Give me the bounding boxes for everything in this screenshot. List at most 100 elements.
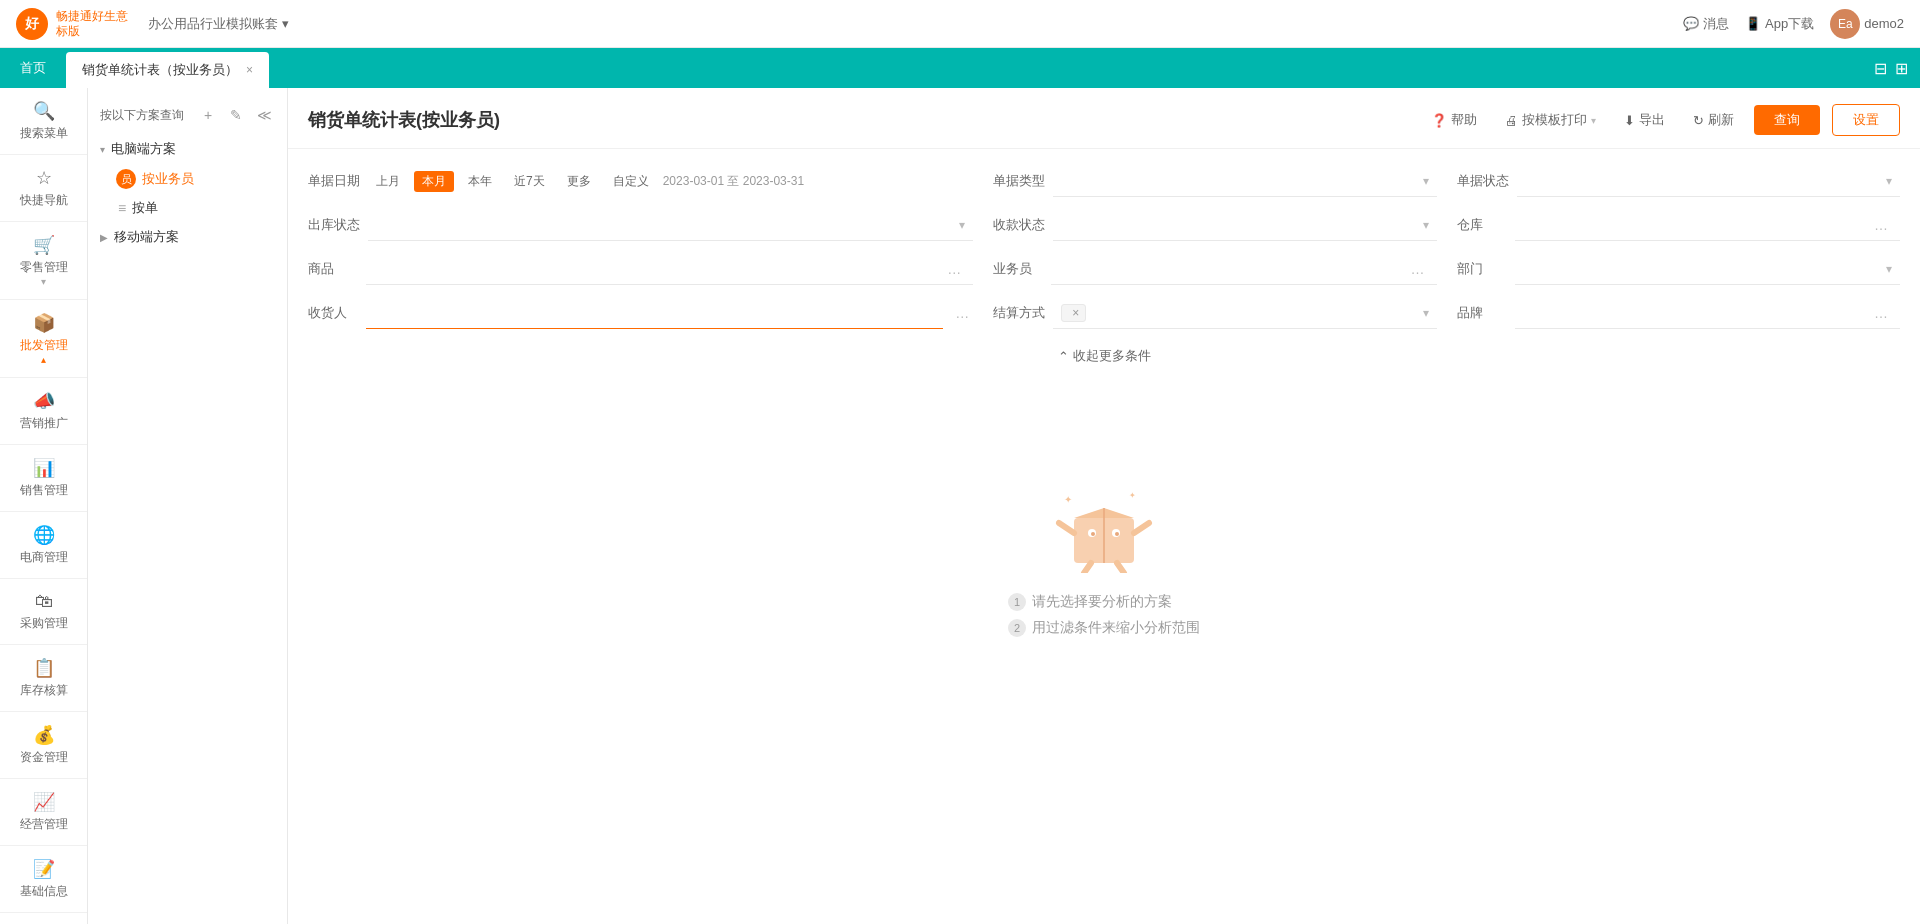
tree-scheme-salesman[interactable]: 员 按业务员 bbox=[88, 164, 287, 194]
salesman-label: 业务员 bbox=[993, 260, 1043, 278]
step1-badge: 1 bbox=[1008, 593, 1026, 611]
nav-left: 好 畅捷通好生意 标版 办公用品行业模拟账套 ▾ bbox=[16, 8, 297, 40]
print-btn[interactable]: 🖨 按模板打印 ▾ bbox=[1497, 107, 1604, 133]
logo[interactable]: 好 畅捷通好生意 标版 bbox=[16, 8, 128, 40]
tab-home[interactable]: 首页 bbox=[0, 48, 66, 88]
filter-row-2: 出库状态 ▾ 收款状态 ▾ 仓库 bbox=[308, 209, 1900, 241]
page-actions: ❓ 帮助 🖨 按模板打印 ▾ ⬇ 导出 ↻ 刷新 bbox=[1423, 104, 1900, 136]
sidebar-item-inventory[interactable]: 📋 库存核算 bbox=[0, 645, 87, 712]
app-selector[interactable]: 办公用品行业模拟账套 ▾ bbox=[140, 11, 297, 37]
salesman-input[interactable]: … bbox=[1051, 253, 1436, 285]
goods-ellipsis-icon: … bbox=[943, 261, 965, 277]
salesman-ellipsis-icon: … bbox=[1407, 261, 1429, 277]
print-arrow-icon: ▾ bbox=[1591, 115, 1596, 126]
svg-line-8 bbox=[1134, 523, 1149, 533]
filter-bill-status: 单据状态 ▾ bbox=[1457, 165, 1900, 197]
wholesale-icon: 📦 bbox=[33, 312, 55, 334]
settlement-input[interactable]: × ▾ bbox=[1053, 297, 1436, 329]
collapse-arrow-icon: ⌃ bbox=[1058, 349, 1069, 364]
goods-label: 商品 bbox=[308, 260, 358, 278]
empty-text: 1 请先选择要分析的方案 2 用过滤条件来缩小分析范围 bbox=[1008, 593, 1200, 645]
top-nav: 好 畅捷通好生意 标版 办公用品行业模拟账套 ▾ 💬 消息 📱 App下载 Ea… bbox=[0, 0, 1920, 48]
tree-scheme-bill[interactable]: ≡ 按单 bbox=[88, 194, 287, 222]
user-menu[interactable]: Ea demo2 bbox=[1830, 9, 1904, 39]
date-custom-btn[interactable]: 自定义 bbox=[605, 171, 657, 192]
warehouse-ellipsis-icon: … bbox=[1870, 217, 1892, 233]
content-area: 按以下方案查询 + ✎ ≪ ▾ 电脑端方案 员 按业务员 ≡ 按单 bbox=[88, 88, 1920, 924]
filter-date: 单据日期 上月 本月 本年 近7天 更多 自定义 2023-03-01 至 20… bbox=[308, 171, 973, 192]
message-btn[interactable]: 💬 消息 bbox=[1683, 15, 1729, 33]
bill-status-select[interactable]: ▾ bbox=[1517, 165, 1900, 197]
sidebar-item-ecommerce[interactable]: 🌐 电商管理 bbox=[0, 512, 87, 579]
settings-btn[interactable]: 设置 bbox=[1832, 104, 1900, 136]
purchase-icon: 🛍 bbox=[35, 591, 53, 612]
add-scheme-btn[interactable]: + bbox=[197, 104, 219, 126]
edit-scheme-btn[interactable]: ✎ bbox=[225, 104, 247, 126]
svg-line-10 bbox=[1117, 563, 1124, 573]
date-this-year-btn[interactable]: 本年 bbox=[460, 171, 500, 192]
sidebar-item-retail[interactable]: 🛒 零售管理 ▾ bbox=[0, 222, 87, 300]
brand-input[interactable]: … bbox=[1515, 297, 1900, 329]
date-last-month-btn[interactable]: 上月 bbox=[368, 171, 408, 192]
refresh-icon: ↻ bbox=[1693, 113, 1704, 128]
filter-dept: 部门 ▾ bbox=[1457, 253, 1900, 285]
settlement-tag-close-btn[interactable]: × bbox=[1072, 306, 1079, 320]
sidebar-item-shortcut[interactable]: ☆ 快捷导航 bbox=[0, 155, 87, 222]
tab-close-btn[interactable]: × bbox=[246, 63, 253, 77]
collapse-conditions-btn[interactable]: ⌃ 收起更多条件 bbox=[308, 341, 1900, 377]
date-this-month-btn[interactable]: 本月 bbox=[414, 171, 454, 192]
help-icon: ❓ bbox=[1431, 113, 1447, 128]
tree-mobile-folder[interactable]: ▶ 移动端方案 bbox=[88, 222, 287, 252]
sidebar-item-purchase[interactable]: 🛍 采购管理 bbox=[0, 579, 87, 645]
shortcut-icon: ☆ bbox=[36, 167, 52, 189]
collapse-panel-btn[interactable]: ≪ bbox=[253, 104, 275, 126]
warehouse-input[interactable]: … bbox=[1515, 209, 1900, 241]
bill-status-arrow-icon: ▾ bbox=[1886, 174, 1892, 188]
tree-pc-folder[interactable]: ▾ 电脑端方案 bbox=[88, 134, 287, 164]
date-7days-btn[interactable]: 近7天 bbox=[506, 171, 553, 192]
sidebar-item-search[interactable]: 🔍 搜索菜单 bbox=[0, 88, 87, 155]
scheme-icon: 员 bbox=[116, 169, 136, 189]
svg-line-9 bbox=[1084, 563, 1091, 573]
date-more-btn[interactable]: 更多 bbox=[559, 171, 599, 192]
retail-icon: 🛒 bbox=[33, 234, 55, 256]
sales-icon: 📊 bbox=[33, 457, 55, 479]
tree-arrow-icon: ▾ bbox=[100, 144, 105, 155]
receive-status-select[interactable]: ▾ bbox=[1053, 209, 1436, 241]
consignee-input[interactable] bbox=[366, 297, 943, 329]
tab-collapse-btn[interactable]: ⊟ bbox=[1874, 59, 1887, 78]
bill-type-select[interactable]: ▾ bbox=[1053, 165, 1436, 197]
left-panel: 按以下方案查询 + ✎ ≪ ▾ 电脑端方案 员 按业务员 ≡ 按单 bbox=[88, 88, 288, 924]
tab-active[interactable]: 销货单统计表（按业务员） × bbox=[66, 52, 269, 88]
sidebar-item-sales[interactable]: 📊 销售管理 bbox=[0, 445, 87, 512]
search-icon: 🔍 bbox=[33, 100, 55, 122]
date-filter-group: 上月 本月 本年 近7天 更多 自定义 2023-03-01 至 2023-03… bbox=[368, 171, 973, 192]
date-label: 单据日期 bbox=[308, 172, 360, 190]
refresh-btn[interactable]: ↻ 刷新 bbox=[1685, 107, 1742, 133]
tab-expand-btn[interactable]: ⊞ bbox=[1895, 59, 1908, 78]
dept-select[interactable]: ▾ bbox=[1515, 253, 1900, 285]
query-btn[interactable]: 查询 bbox=[1754, 105, 1820, 135]
sidebar-item-finance[interactable]: 💰 资金管理 bbox=[0, 712, 87, 779]
svg-text:✦: ✦ bbox=[1129, 491, 1136, 500]
sidebar-item-system[interactable]: ⚙ 系统管理 bbox=[0, 913, 87, 924]
svg-text:✦: ✦ bbox=[1064, 494, 1072, 505]
ship-status-label: 出库状态 bbox=[308, 216, 360, 234]
filter-brand: 品牌 … bbox=[1457, 297, 1900, 329]
export-btn[interactable]: ⬇ 导出 bbox=[1616, 107, 1673, 133]
settlement-arrow-icon: ▾ bbox=[1423, 306, 1429, 320]
app-download-btn[interactable]: 📱 App下载 bbox=[1745, 15, 1814, 33]
help-btn[interactable]: ❓ 帮助 bbox=[1423, 107, 1485, 133]
sidebar-item-operation[interactable]: 📈 经营管理 bbox=[0, 779, 87, 846]
sidebar-item-basic[interactable]: 📝 基础信息 bbox=[0, 846, 87, 913]
phone-icon: 📱 bbox=[1745, 16, 1761, 31]
date-range-display: 2023-03-01 至 2023-03-31 bbox=[663, 173, 804, 190]
sidebar-item-marketing[interactable]: 📣 营销推广 bbox=[0, 378, 87, 445]
dept-arrow-icon: ▾ bbox=[1886, 262, 1892, 276]
sidebar-item-wholesale[interactable]: 📦 批发管理 ▴ bbox=[0, 300, 87, 378]
receive-status-label: 收款状态 bbox=[993, 216, 1045, 234]
filter-area: 单据日期 上月 本月 本年 近7天 更多 自定义 2023-03-01 至 20… bbox=[288, 149, 1920, 393]
ship-status-select[interactable]: ▾ bbox=[368, 209, 973, 241]
goods-input[interactable]: … bbox=[366, 253, 973, 285]
filter-bill-type: 单据类型 ▾ bbox=[993, 165, 1436, 197]
